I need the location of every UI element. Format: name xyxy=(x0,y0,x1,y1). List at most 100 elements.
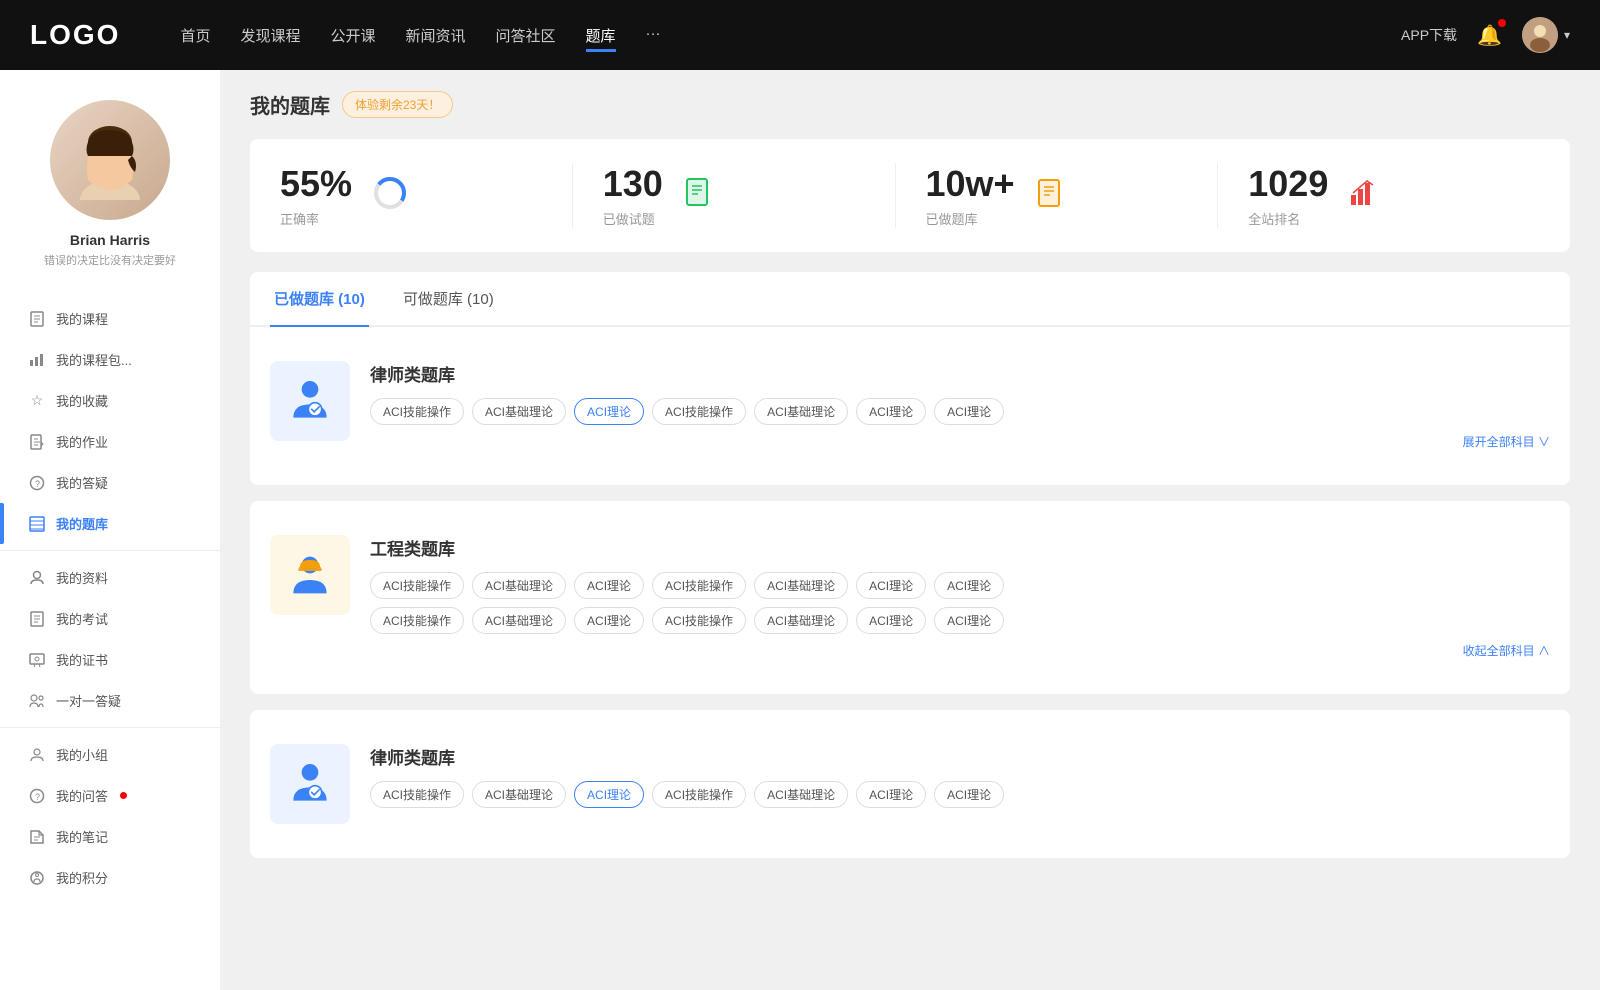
collapse-link-engineer[interactable]: 收起全部科目 ∧ xyxy=(1463,640,1550,662)
sidebar-item-group[interactable]: 我的小组 xyxy=(0,734,220,775)
tag[interactable]: ACI理论 xyxy=(856,607,926,634)
sidebar-label: 我的小组 xyxy=(56,745,108,764)
sidebar-item-points[interactable]: 我的积分 xyxy=(0,857,220,898)
sidebar-item-coursepack[interactable]: 我的课程包... xyxy=(0,339,220,380)
sidebar-item-favorites[interactable]: ☆ 我的收藏 xyxy=(0,380,220,421)
tag[interactable]: ACI基础理论 xyxy=(472,398,566,425)
tag[interactable]: ACI技能操作 xyxy=(370,781,464,808)
chart-red-icon xyxy=(1348,177,1380,214)
tag[interactable]: ACI理论 xyxy=(574,607,644,634)
avatar xyxy=(1522,17,1558,53)
nav-item-opencourse[interactable]: 公开课 xyxy=(330,25,375,46)
tag[interactable]: ACI基础理论 xyxy=(472,607,566,634)
nav-item-discover[interactable]: 发现课程 xyxy=(240,25,300,46)
svg-text:?: ? xyxy=(35,792,40,802)
sidebar-item-qbank[interactable]: 我的题库 xyxy=(0,503,220,544)
tag-active[interactable]: ACI理论 xyxy=(574,398,644,425)
tag[interactable]: ACI理论 xyxy=(934,781,1004,808)
qbank-title-lawyer-1: 律师类题库 xyxy=(370,361,1550,386)
nav-item-news[interactable]: 新闻资讯 xyxy=(406,25,466,46)
qbank-info-lawyer-1: 律师类题库 ACI技能操作 ACI基础理论 ACI理论 ACI技能操作 ACI基… xyxy=(370,361,1550,451)
tag[interactable]: ACI技能操作 xyxy=(652,572,746,599)
tag[interactable]: ACI基础理论 xyxy=(472,572,566,599)
sidebar-item-qa-mine[interactable]: ? 我的答疑 xyxy=(0,462,220,503)
certificate-icon xyxy=(28,651,46,669)
tag[interactable]: ACI技能操作 xyxy=(370,607,464,634)
tabs-wrapper: 已做题库 (10) 可做题库 (10) xyxy=(250,272,1570,485)
sidebar-item-homework[interactable]: 我的作业 xyxy=(0,421,220,462)
tag-active[interactable]: ACI理论 xyxy=(574,781,644,808)
tag[interactable]: ACI理论 xyxy=(934,572,1004,599)
navbar: LOGO 首页 发现课程 公开课 新闻资讯 问答社区 题库 ··· APP下载 … xyxy=(0,0,1600,70)
tag[interactable]: ACI理论 xyxy=(856,398,926,425)
tag[interactable]: ACI理论 xyxy=(856,572,926,599)
bell-icon: 🔔 xyxy=(1477,25,1502,47)
tag[interactable]: ACI技能操作 xyxy=(652,781,746,808)
qbank-section-engineer: 工程类题库 ACI技能操作 ACI基础理论 ACI理论 ACI技能操作 ACI基… xyxy=(250,501,1570,694)
tag[interactable]: ACI基础理论 xyxy=(754,781,848,808)
bell-button[interactable]: 🔔 xyxy=(1477,23,1502,48)
lawyer-icon-wrap xyxy=(270,361,350,441)
sidebar-item-exam[interactable]: 我的考试 xyxy=(0,598,220,639)
navbar-right: APP下载 🔔 ▾ xyxy=(1401,17,1570,53)
qbank-section-lawyer-2: 律师类题库 ACI技能操作 ACI基础理论 ACI理论 ACI技能操作 ACI基… xyxy=(250,710,1570,858)
exam-icon xyxy=(28,610,46,628)
stat-accuracy: 55% 正确率 xyxy=(280,163,573,228)
sidebar-profile: Brian Harris 错误的决定比没有决定要好 xyxy=(0,70,220,288)
sidebar-item-profile[interactable]: 我的资料 xyxy=(0,557,220,598)
document-icon xyxy=(28,310,46,328)
sidebar-item-notes[interactable]: 我的笔记 xyxy=(0,816,220,857)
tag[interactable]: ACI基础理论 xyxy=(754,398,848,425)
tag[interactable]: ACI技能操作 xyxy=(370,572,464,599)
tag[interactable]: ACI基础理论 xyxy=(754,607,848,634)
book-orange-icon xyxy=(1035,177,1067,214)
lawyer-icon-wrap-2 xyxy=(270,744,350,824)
sidebar-menu: 我的课程 我的课程包... ☆ 我的收藏 我的作业 ? xyxy=(0,298,220,898)
nav-item-home[interactable]: 首页 xyxy=(180,25,210,46)
tutor-icon xyxy=(28,692,46,710)
expand-link-lawyer-1[interactable]: 展开全部科目 ∨ xyxy=(1463,431,1550,453)
nav-item-qa[interactable]: 问答社区 xyxy=(496,25,556,46)
nav-item-more[interactable]: ··· xyxy=(646,25,661,46)
qbank-info-engineer: 工程类题库 ACI技能操作 ACI基础理论 ACI理论 ACI技能操作 ACI基… xyxy=(370,535,1550,660)
stat-number-accuracy: 55% 正确率 xyxy=(280,163,352,228)
stat-number-rank: 1029 全站排名 xyxy=(1248,163,1328,228)
tag[interactable]: ACI理论 xyxy=(934,398,1004,425)
page-wrapper: Brian Harris 错误的决定比没有决定要好 我的课程 我的课程包... … xyxy=(0,70,1600,990)
tag[interactable]: ACI理论 xyxy=(856,781,926,808)
tag[interactable]: ACI基础理论 xyxy=(754,572,848,599)
stat-done-banks: 10w+ 已做题库 xyxy=(896,163,1219,228)
engineer-icon-wrap xyxy=(270,535,350,615)
qbank-item-lawyer-1: 律师类题库 ACI技能操作 ACI基础理论 ACI理论 ACI技能操作 ACI基… xyxy=(270,343,1550,469)
tabs: 已做题库 (10) 可做题库 (10) xyxy=(250,272,1570,327)
sidebar-label: 我的积分 xyxy=(56,868,108,887)
qbank-icon xyxy=(28,515,46,533)
stat-done-questions: 130 已做试题 xyxy=(573,163,896,228)
user-avatar-button[interactable]: ▾ xyxy=(1522,17,1570,53)
star-icon: ☆ xyxy=(28,392,46,410)
profile-motto: 错误的决定比没有决定要好 xyxy=(44,252,176,268)
profile-icon xyxy=(28,569,46,587)
sidebar-label: 我的问答 xyxy=(56,786,108,805)
logo[interactable]: LOGO xyxy=(30,19,120,51)
nav-item-qbank[interactable]: 题库 xyxy=(586,25,616,46)
tag[interactable]: ACI技能操作 xyxy=(652,607,746,634)
tag[interactable]: ACI基础理论 xyxy=(472,781,566,808)
tab-done[interactable]: 已做题库 (10) xyxy=(270,272,369,325)
sidebar-item-tutor[interactable]: 一对一答疑 xyxy=(0,680,220,721)
tab-available[interactable]: 可做题库 (10) xyxy=(399,272,498,325)
sidebar-label: 我的作业 xyxy=(56,432,108,451)
tag[interactable]: ACI技能操作 xyxy=(652,398,746,425)
tags-row-lawyer-1: ACI技能操作 ACI基础理论 ACI理论 ACI技能操作 ACI基础理论 AC… xyxy=(370,398,1550,425)
tags-row-engineer-2: ACI技能操作 ACI基础理论 ACI理论 ACI技能操作 ACI基础理论 AC… xyxy=(370,607,1550,634)
tags-row-lawyer-2: ACI技能操作 ACI基础理论 ACI理论 ACI技能操作 ACI基础理论 AC… xyxy=(370,781,1550,808)
qbank-item-engineer: 工程类题库 ACI技能操作 ACI基础理论 ACI理论 ACI技能操作 ACI基… xyxy=(270,517,1550,678)
sidebar-item-mycourse[interactable]: 我的课程 xyxy=(0,298,220,339)
sidebar-item-certificate[interactable]: 我的证书 xyxy=(0,639,220,680)
sidebar-item-questions[interactable]: ? 我的问答 xyxy=(0,775,220,816)
app-download-link[interactable]: APP下载 xyxy=(1401,25,1457,45)
tag[interactable]: ACI理论 xyxy=(574,572,644,599)
tag[interactable]: ACI技能操作 xyxy=(370,398,464,425)
questions-icon: ? xyxy=(28,787,46,805)
tag[interactable]: ACI理论 xyxy=(934,607,1004,634)
